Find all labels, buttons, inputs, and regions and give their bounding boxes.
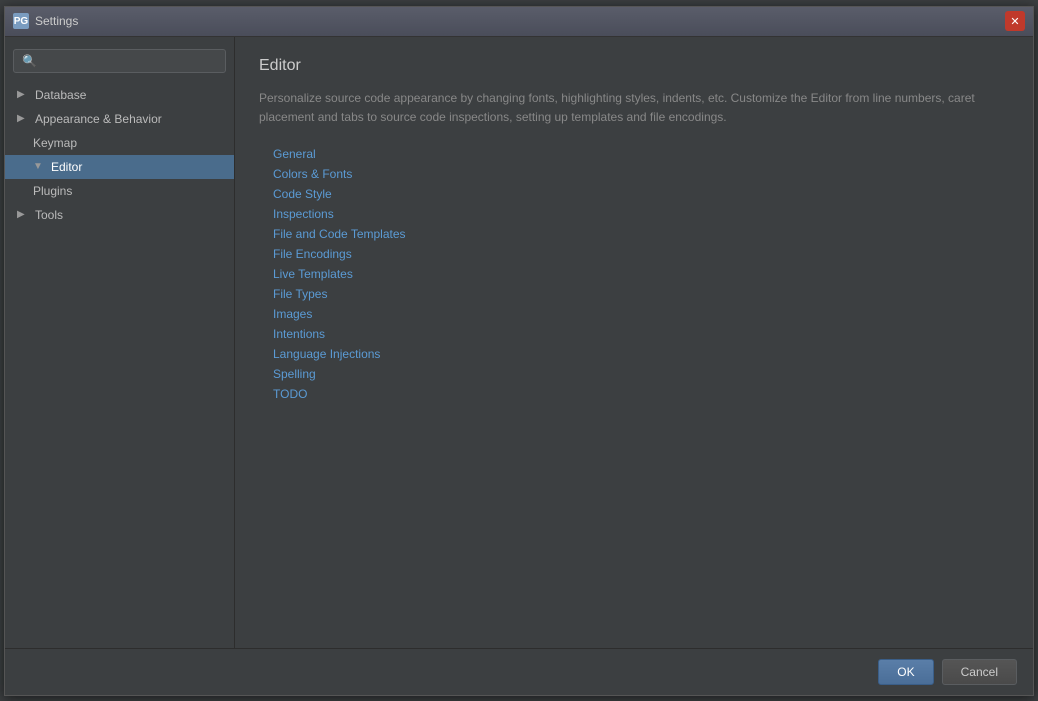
main-panel: Editor Personalize source code appearanc…	[235, 37, 1033, 648]
link-code-style[interactable]: Code Style	[273, 187, 1009, 201]
sidebar-item-keymap[interactable]: Keymap	[5, 131, 234, 155]
link-live-templates[interactable]: Live Templates	[273, 267, 1009, 281]
footer: OK Cancel	[5, 648, 1033, 695]
link-inspections[interactable]: Inspections	[273, 207, 1009, 221]
section-title: Editor	[259, 57, 1009, 75]
link-file-types[interactable]: File Types	[273, 287, 1009, 301]
window-title: Settings	[35, 14, 1005, 28]
settings-window: PG Settings ✕ 🔍 ▶ Database ▶ Appearance …	[4, 6, 1034, 696]
sidebar-item-tools[interactable]: ▶ Tools	[5, 203, 234, 227]
link-file-encodings[interactable]: File Encodings	[273, 247, 1009, 261]
link-file-code-templates[interactable]: File and Code Templates	[273, 227, 1009, 241]
close-button[interactable]: ✕	[1005, 11, 1025, 31]
arrow-icon: ▶	[17, 113, 29, 124]
link-intentions[interactable]: Intentions	[273, 327, 1009, 341]
sidebar-item-database[interactable]: ▶ Database	[5, 83, 234, 107]
sidebar-item-appearance[interactable]: ▶ Appearance & Behavior	[5, 107, 234, 131]
search-box[interactable]: 🔍	[13, 49, 226, 73]
arrow-icon: ▼	[33, 161, 45, 172]
sidebar-item-plugins[interactable]: Plugins	[5, 179, 234, 203]
sub-links-list: General Colors & Fonts Code Style Inspectio…	[259, 147, 1009, 401]
ok-button[interactable]: OK	[878, 659, 933, 685]
titlebar: PG Settings ✕	[5, 7, 1033, 37]
link-images[interactable]: Images	[273, 307, 1009, 321]
arrow-icon: ▶	[17, 209, 29, 220]
link-language-injections[interactable]: Language Injections	[273, 347, 1009, 361]
app-icon: PG	[13, 13, 29, 29]
cancel-button[interactable]: Cancel	[942, 659, 1017, 685]
arrow-icon: ▶	[17, 89, 29, 100]
link-colors-fonts[interactable]: Colors & Fonts	[273, 167, 1009, 181]
content-area: 🔍 ▶ Database ▶ Appearance & Behavior Key…	[5, 37, 1033, 648]
search-icon: 🔍	[22, 54, 37, 68]
link-todo[interactable]: TODO	[273, 387, 1009, 401]
search-input[interactable]	[43, 54, 217, 68]
section-description: Personalize source code appearance by ch…	[259, 89, 999, 127]
link-spelling[interactable]: Spelling	[273, 367, 1009, 381]
sidebar: 🔍 ▶ Database ▶ Appearance & Behavior Key…	[5, 37, 235, 648]
sidebar-item-editor[interactable]: ▼ Editor	[5, 155, 234, 179]
link-general[interactable]: General	[273, 147, 1009, 161]
